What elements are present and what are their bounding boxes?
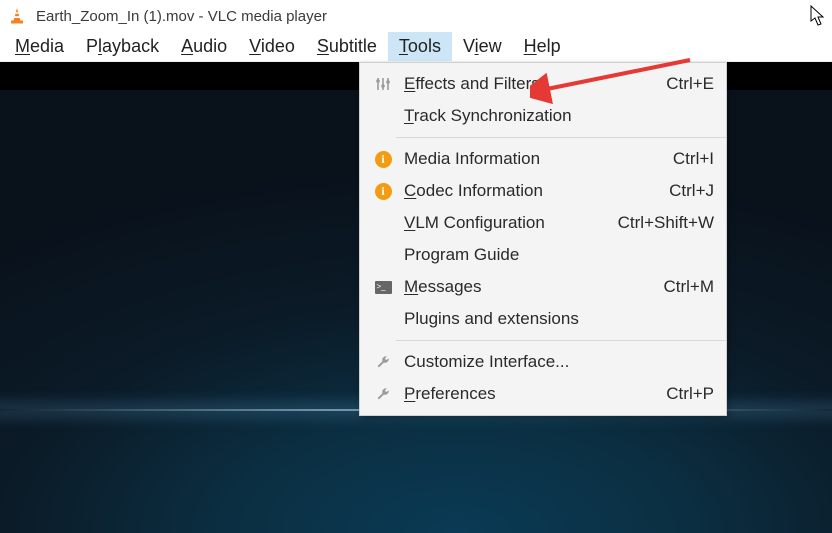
info-icon: i [372, 183, 394, 200]
menu-item-shortcut: Ctrl+M [651, 277, 714, 297]
info-icon: i [372, 151, 394, 168]
menu-playback[interactable]: Playback [75, 32, 170, 61]
tools-dropdown-menu: Effects and FiltersCtrl+E Track Synchroni… [359, 62, 727, 416]
menu-item-effects-and-filters[interactable]: Effects and FiltersCtrl+E [360, 68, 726, 100]
menu-item-shortcut: Ctrl+I [661, 149, 714, 169]
vlc-cone-icon [8, 7, 26, 25]
menu-bar: MediaPlaybackAudioVideoSubtitleToolsView… [0, 32, 832, 62]
menu-item-label: Customize Interface... [394, 352, 714, 372]
menu-view[interactable]: View [452, 32, 513, 61]
menu-item-label: Program Guide [394, 245, 714, 265]
messages-icon [372, 281, 394, 294]
menu-item-shortcut: Ctrl+Shift+W [606, 213, 714, 233]
menu-item-label: Messages [394, 277, 651, 297]
menu-item-preferences[interactable]: PreferencesCtrl+P [360, 378, 726, 410]
menu-tools[interactable]: Tools [388, 32, 452, 61]
menu-item-label: VLM Configuration [394, 213, 606, 233]
wrench-icon [372, 354, 394, 370]
menu-item-label: Codec Information [394, 181, 657, 201]
wrench-icon [372, 386, 394, 402]
title-bar: Earth_Zoom_In (1).mov - VLC media player [0, 0, 832, 32]
menu-item-shortcut: Ctrl+P [654, 384, 714, 404]
menu-item-track-synchronization[interactable]: Track Synchronization [360, 100, 726, 132]
menu-item-messages[interactable]: MessagesCtrl+M [360, 271, 726, 303]
menu-item-label: Plugins and extensions [394, 309, 714, 329]
menu-separator [396, 137, 726, 138]
menu-item-plugins-and-extensions[interactable]: Plugins and extensions [360, 303, 726, 335]
menu-item-shortcut: Ctrl+J [657, 181, 714, 201]
menu-item-label: Preferences [394, 384, 654, 404]
menu-separator [396, 340, 726, 341]
menu-item-customize-interface[interactable]: Customize Interface... [360, 346, 726, 378]
menu-help[interactable]: Help [513, 32, 572, 61]
menu-item-program-guide[interactable]: Program Guide [360, 239, 726, 271]
menu-item-label: Effects and Filters [394, 74, 654, 94]
menu-video[interactable]: Video [238, 32, 306, 61]
menu-subtitle[interactable]: Subtitle [306, 32, 388, 61]
menu-media[interactable]: Media [4, 32, 75, 61]
menu-item-label: Media Information [394, 149, 661, 169]
menu-item-media-information[interactable]: iMedia InformationCtrl+I [360, 143, 726, 175]
menu-item-codec-information[interactable]: iCodec InformationCtrl+J [360, 175, 726, 207]
menu-item-shortcut: Ctrl+E [654, 74, 714, 94]
menu-item-label: Track Synchronization [394, 106, 714, 126]
menu-audio[interactable]: Audio [170, 32, 238, 61]
menu-item-vlm-configuration[interactable]: VLM ConfigurationCtrl+Shift+W [360, 207, 726, 239]
window-title: Earth_Zoom_In (1).mov - VLC media player [36, 8, 327, 25]
sliders-icon [372, 76, 394, 92]
